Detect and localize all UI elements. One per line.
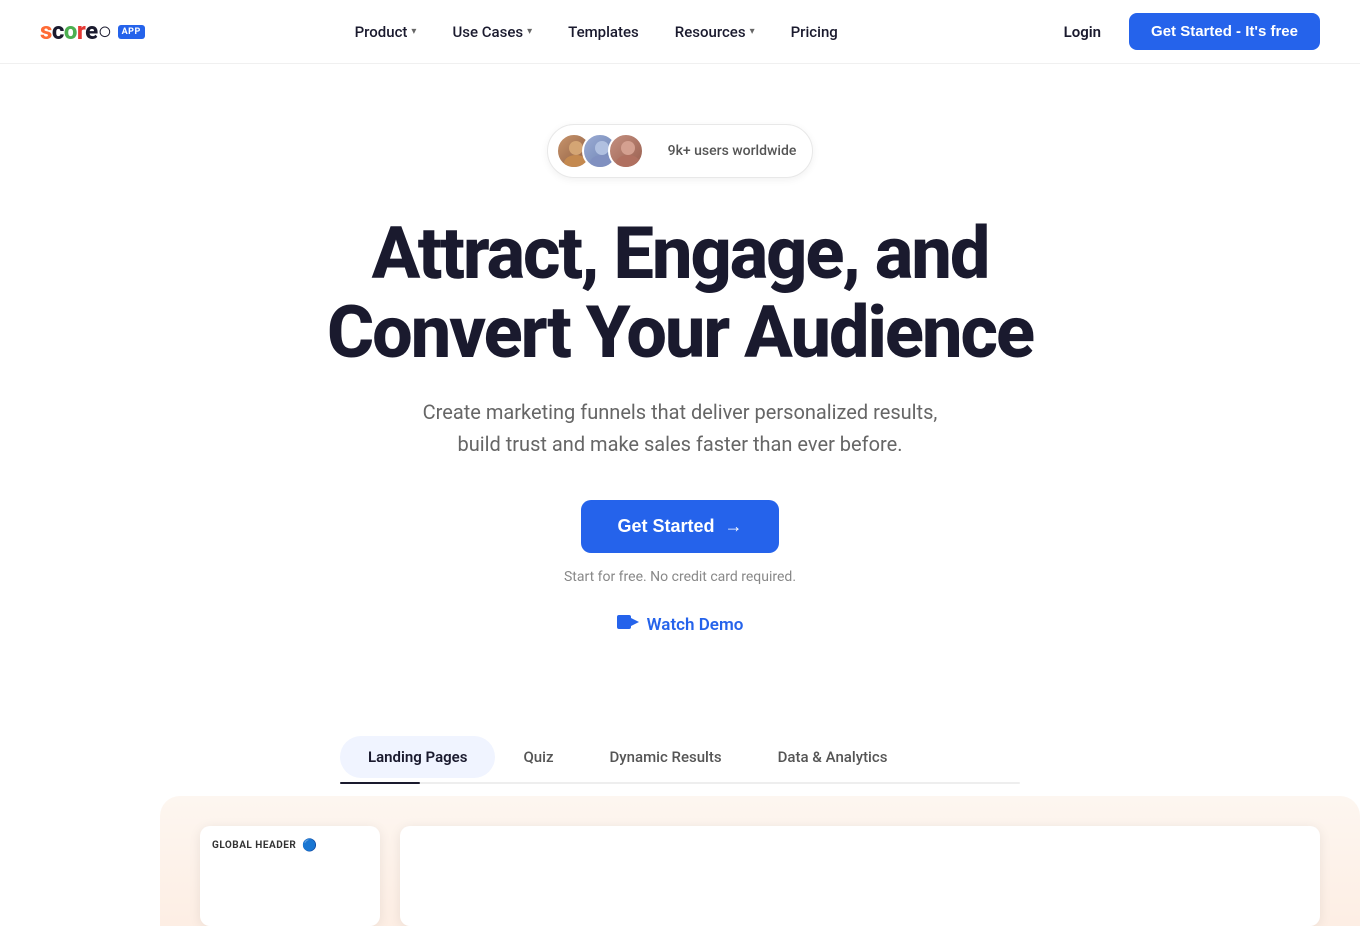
login-button[interactable]: Login [1048,15,1117,49]
get-started-hero-button[interactable]: Get Started → [581,500,778,553]
avatar-stack [556,133,644,169]
tab-quiz[interactable]: Quiz [495,736,581,778]
nav-use-cases[interactable]: Use Cases ▾ [438,15,546,49]
nav-templates[interactable]: Templates [554,15,653,49]
resources-chevron-icon: ▾ [750,26,755,37]
preview-main [400,826,1320,926]
tab-landing-pages[interactable]: Landing Pages [340,736,495,778]
header-actions: Login Get Started - It's free [1048,13,1320,50]
main-nav: Product ▾ Use Cases ▾ Templates Resource… [341,15,852,49]
tabs-active-indicator [340,782,420,784]
users-count-text: 9k+ users worldwide [668,143,797,159]
nav-pricing[interactable]: Pricing [777,15,852,49]
preview-sidebar-badge-icon: 🔵 [302,838,317,852]
product-chevron-icon: ▾ [411,26,416,37]
hero-title: Attract, Engage, and Convert Your Audien… [327,214,1033,372]
logo-text: score○ [40,17,112,46]
use-cases-chevron-icon: ▾ [527,26,532,37]
avatar [608,133,644,169]
tab-data-analytics[interactable]: Data & Analytics [750,736,916,778]
hero-section: 9k+ users worldwide Attract, Engage, and… [0,64,1360,736]
tabs-section: Landing Pages Quiz Dynamic Results Data … [0,736,1360,784]
nav-resources[interactable]: Resources ▾ [661,15,769,49]
header: score○ APP Product ▾ Use Cases ▾ Templat… [0,0,1360,64]
arrow-icon: → [725,516,743,537]
preview-sidebar: GLOBAL HEADER 🔵 [200,826,380,926]
preview-sidebar-label: GLOBAL HEADER 🔵 [212,838,368,852]
watch-demo-link[interactable]: Watch Demo [617,613,744,636]
preview-container: GLOBAL HEADER 🔵 [160,796,1360,926]
nav-product[interactable]: Product ▾ [341,15,431,49]
free-text: Start for free. No credit card required. [564,569,796,585]
users-badge: 9k+ users worldwide [547,124,814,178]
tab-dynamic-results[interactable]: Dynamic Results [582,736,750,778]
hero-subtitle: Create marketing funnels that deliver pe… [400,396,960,460]
tabs-bar: Landing Pages Quiz Dynamic Results Data … [340,736,1020,778]
logo-badge: APP [118,25,145,39]
video-icon [617,613,639,636]
tabs-underline [340,782,1020,784]
logo[interactable]: score○ APP [40,17,145,46]
get-started-header-button[interactable]: Get Started - It's free [1129,13,1320,50]
